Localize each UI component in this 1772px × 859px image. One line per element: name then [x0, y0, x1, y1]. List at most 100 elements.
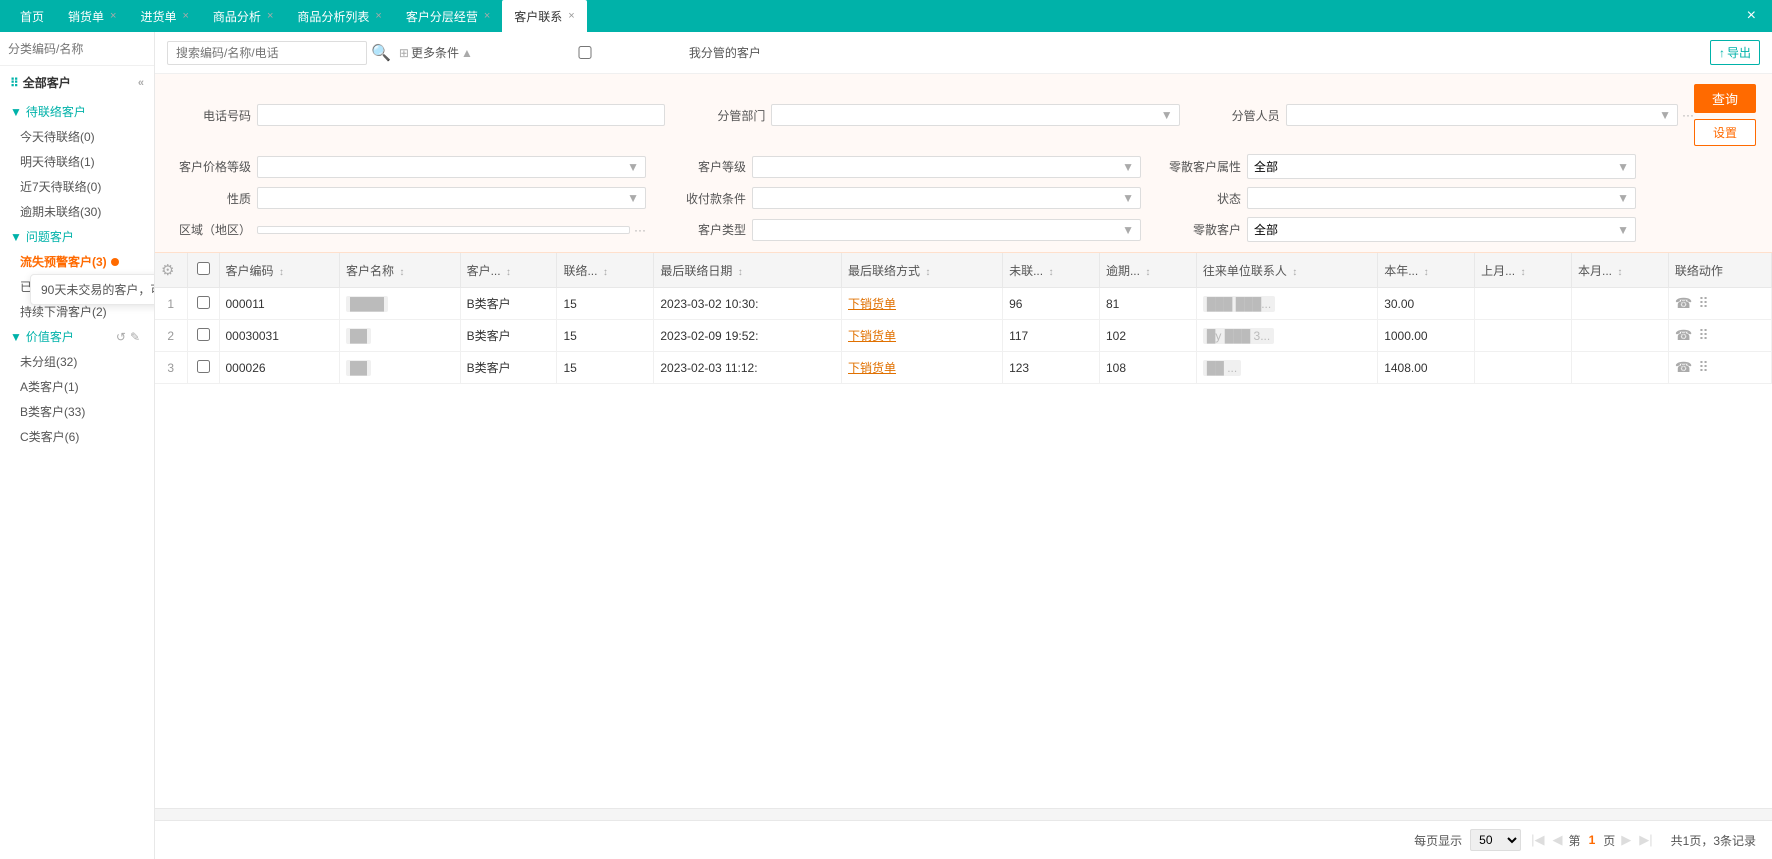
sort-contact-person-icon[interactable]: ↕	[1292, 267, 1297, 278]
more-conditions-button[interactable]: ⊞ 更多条件 ▲	[399, 44, 473, 61]
my-customer-filter[interactable]: 我分管的客户	[485, 44, 761, 61]
region-dots[interactable]: ···	[634, 223, 646, 237]
row-3-checkbox[interactable]	[197, 360, 210, 373]
table-row: 1 000011 ████ B类客户 15 2023-03-02 10:30: …	[155, 288, 1772, 320]
payment-select[interactable]: ▼	[752, 187, 1141, 209]
nav-product-analysis-list[interactable]: 商品分析列表 ×	[285, 0, 393, 32]
manager-select[interactable]: ▼	[1286, 104, 1678, 126]
row-this-month-3	[1571, 352, 1668, 384]
dept-select[interactable]: ▼	[771, 104, 1179, 126]
page-unit-label: 页	[1603, 832, 1615, 849]
table-settings-icon[interactable]: ⚙	[161, 262, 174, 279]
retail-attr-select[interactable]: 全部 ▼	[1247, 154, 1636, 179]
sidebar-item-today[interactable]: 今天待联络(0)	[0, 124, 154, 149]
customer-type-select[interactable]: ▼	[752, 219, 1141, 241]
sidebar-item-overdue[interactable]: 逾期未联络(30)	[0, 199, 154, 224]
export-button[interactable]: ↑ 导出	[1710, 40, 1760, 65]
first-page-button[interactable]: |◀	[1529, 832, 1546, 848]
row-2-method-link[interactable]: 下销货单	[848, 329, 896, 343]
status-select[interactable]: ▼	[1247, 187, 1636, 209]
search-input[interactable]	[167, 41, 367, 65]
close-product-analysis-list-icon[interactable]: ×	[375, 10, 381, 22]
sidebar-item-churn-warning[interactable]: 流失预警客户(3)	[0, 249, 154, 274]
row-1-method-link[interactable]: 下销货单	[848, 297, 896, 311]
sort-uncontacted-icon[interactable]: ↕	[1048, 267, 1053, 278]
close-purchase-icon[interactable]: ×	[182, 10, 188, 22]
adv-filter-row-4: 区域（地区） ··· 客户类型 ▼ 零散客户 全部	[171, 217, 1756, 242]
horizontal-scroll[interactable]	[155, 808, 1772, 820]
close-customer-contact-icon[interactable]: ×	[568, 10, 574, 22]
close-customer-seg-icon[interactable]: ×	[484, 10, 490, 22]
action-phone-icon-3[interactable]: ☎	[1675, 359, 1692, 376]
row-3-method-link[interactable]: 下销货单	[848, 361, 896, 375]
sidebar-item-a-class[interactable]: A类客户(1)	[0, 374, 154, 399]
sort-code-icon[interactable]: ↕	[279, 267, 284, 278]
sort-type-icon[interactable]: ↕	[506, 267, 511, 278]
retail-customer-select[interactable]: 全部 ▼	[1247, 217, 1636, 242]
action-more-icon-3[interactable]: ⠿	[1698, 359, 1708, 376]
table-row: 3 000026 ██ B类客户 15 2023-02-03 11:12: 下销…	[155, 352, 1772, 384]
sidebar-item-tomorrow[interactable]: 明天待联络(1)	[0, 149, 154, 174]
action-buttons-2: ☎ ⠿	[1675, 327, 1765, 344]
action-phone-icon-2[interactable]: ☎	[1675, 327, 1692, 344]
row-2-checkbox[interactable]	[197, 328, 210, 341]
sort-this-month-icon[interactable]: ↕	[1617, 267, 1622, 278]
col-this-month: 本月... ↕	[1571, 253, 1668, 288]
nav-customer-segmentation[interactable]: 客户分层经营 ×	[394, 0, 502, 32]
prev-page-button[interactable]: ◀	[1551, 832, 1565, 848]
sort-last-date-icon[interactable]: ↕	[738, 267, 743, 278]
per-page-select[interactable]: 50 100 200	[1470, 829, 1521, 851]
sidebar-collapse-icon[interactable]: «	[138, 77, 144, 89]
phone-input[interactable]	[257, 104, 665, 126]
sort-contact-icon[interactable]: ↕	[603, 267, 608, 278]
sidebar-group-problem[interactable]: ▼ 问题客户	[0, 224, 154, 249]
row-last-month-3	[1475, 352, 1572, 384]
nature-select[interactable]: ▼	[257, 187, 646, 209]
nav-product-analysis[interactable]: 商品分析 ×	[201, 0, 285, 32]
price-level-select[interactable]: ▼	[257, 156, 646, 178]
refresh-icon[interactable]: ↺	[116, 330, 126, 344]
sidebar-item-c-class[interactable]: C类客户(6)	[0, 424, 154, 449]
sort-last-method-icon[interactable]: ↕	[925, 267, 930, 278]
manager-chevron-icon: ▼	[1659, 108, 1671, 122]
sort-last-month-icon[interactable]: ↕	[1520, 267, 1525, 278]
nav-purchase[interactable]: 进货单 ×	[128, 0, 200, 32]
select-all-checkbox[interactable]	[197, 262, 210, 275]
sidebar-search-input[interactable]	[8, 42, 155, 56]
action-phone-icon-1[interactable]: ☎	[1675, 295, 1692, 312]
nav-sales[interactable]: 销货单 ×	[56, 0, 128, 32]
sidebar-group-pending[interactable]: ▼ 待联络客户	[0, 99, 154, 124]
nav-home[interactable]: 首页	[8, 0, 56, 32]
sidebar-item-b-class[interactable]: B类客户(33)	[0, 399, 154, 424]
manager-dots[interactable]: ···	[1682, 108, 1694, 122]
action-more-icon-2[interactable]: ⠿	[1698, 327, 1708, 344]
sort-name-icon[interactable]: ↕	[399, 267, 404, 278]
region-select[interactable]	[257, 226, 630, 234]
sidebar-item-7days[interactable]: 近7天待联络(0)	[0, 174, 154, 199]
row-1-checkbox[interactable]	[197, 296, 210, 309]
row-last-month-2	[1475, 320, 1572, 352]
next-page-button[interactable]: ▶	[1619, 832, 1633, 848]
close-sales-icon[interactable]: ×	[110, 10, 116, 22]
arrow-down-icon3: ▼	[10, 330, 22, 344]
sort-overdue-icon[interactable]: ↕	[1145, 267, 1150, 278]
sort-this-year-icon[interactable]: ↕	[1424, 267, 1429, 278]
retail-customer-chevron-icon: ▼	[1617, 223, 1629, 237]
filter-search-button[interactable]: 🔍	[371, 43, 391, 63]
chevron-up-icon: ▲	[461, 46, 473, 60]
my-customer-checkbox[interactable]	[485, 46, 685, 59]
close-product-analysis-icon[interactable]: ×	[267, 10, 273, 22]
nav-customer-contact[interactable]: 客户联系 ×	[502, 0, 586, 32]
sidebar-root-label[interactable]: 全部客户	[23, 74, 71, 91]
action-buttons-1: ☎ ⠿	[1675, 295, 1765, 312]
per-page-label: 每页显示	[1414, 832, 1462, 849]
customer-level-select[interactable]: ▼	[752, 156, 1141, 178]
action-more-icon-1[interactable]: ⠿	[1698, 295, 1708, 312]
sidebar-group-value[interactable]: ▼ 价值客户 ↺ ✎	[0, 324, 154, 349]
query-button[interactable]: 查询	[1694, 84, 1756, 113]
last-page-button[interactable]: ▶|	[1637, 832, 1654, 848]
edit-icon[interactable]: ✎	[130, 330, 140, 344]
close-all-button[interactable]: ×	[1739, 7, 1764, 25]
settings-button[interactable]: 设置	[1694, 119, 1756, 146]
sidebar-item-ungrouped[interactable]: 未分组(32)	[0, 349, 154, 374]
